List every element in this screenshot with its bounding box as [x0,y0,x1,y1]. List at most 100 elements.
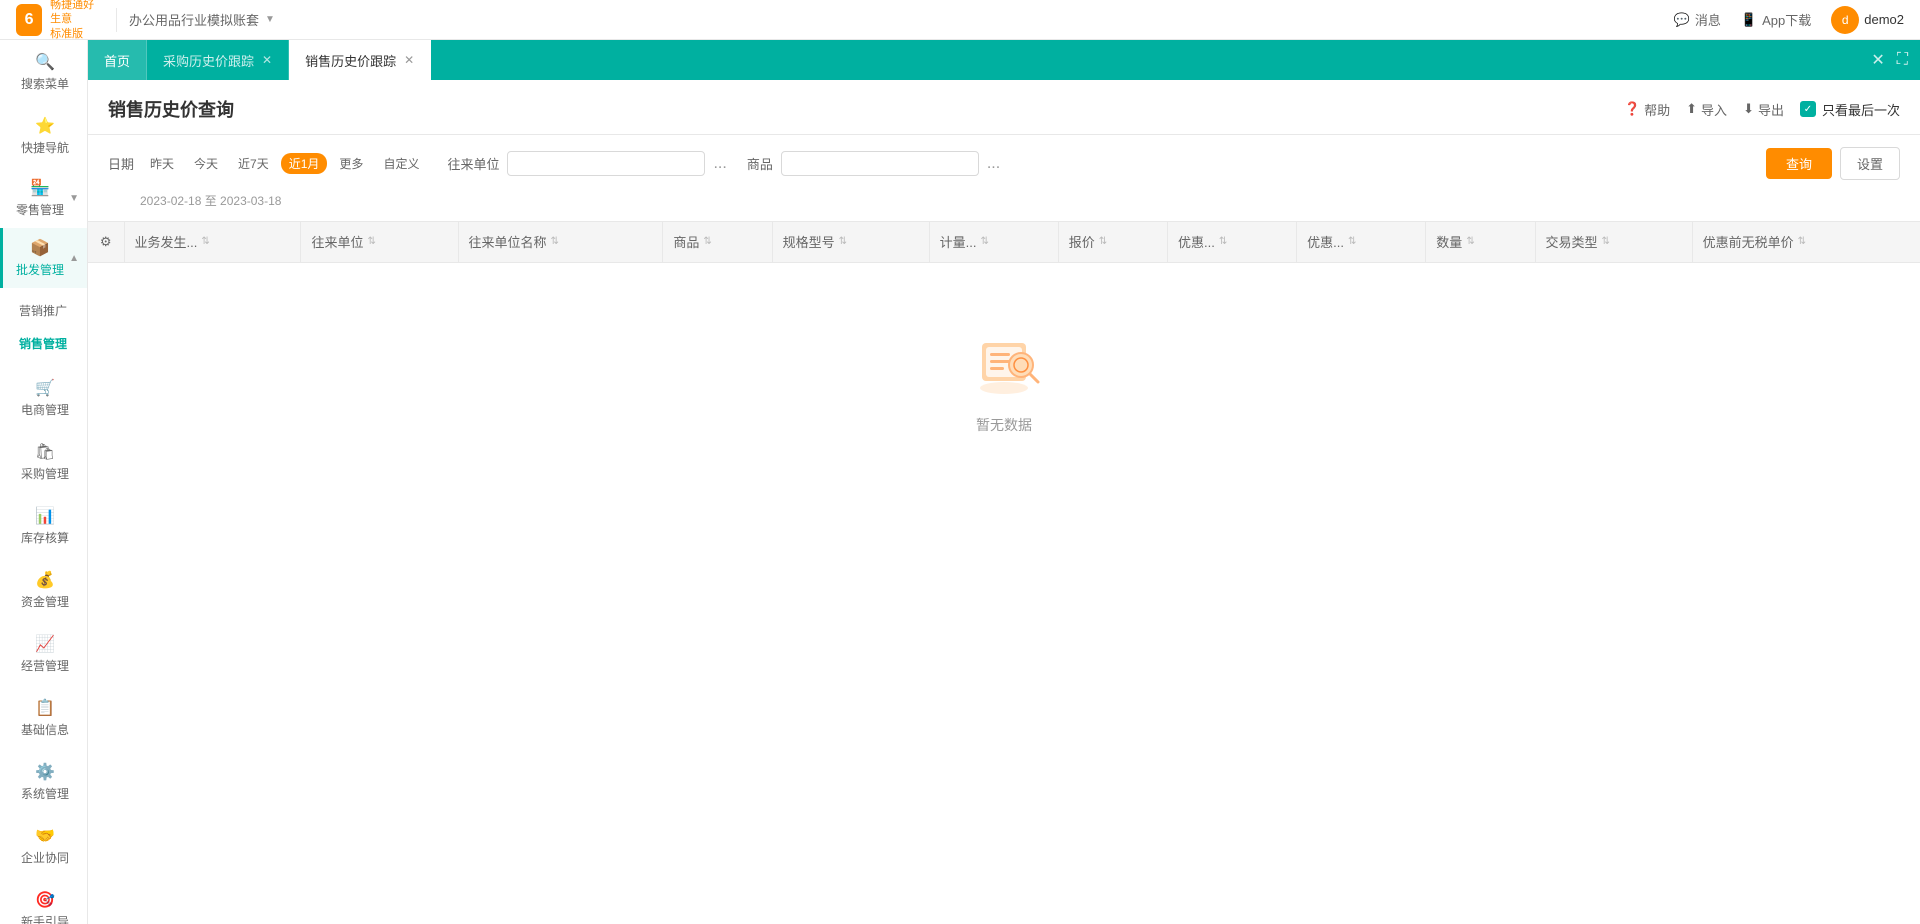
retail-arrow-icon: ▼ [69,193,79,204]
tab-sales-label: 销售历史价跟踪 [305,51,396,70]
table-header-row: ⚙ 业务发生... ⇅ 往来单位 [88,222,1920,262]
col-partner-code[interactable]: 往来单位 ⇅ [301,222,458,262]
sidebar-item-inventory[interactable]: 📊 库存核算 [0,494,87,558]
wholesale-submenu: 营销推广 销售管理 [0,288,87,366]
sort-icon-discount1: ⇅ [1219,236,1227,247]
sort-icon-partner-name: ⇅ [551,236,559,247]
only-last-toggle[interactable]: ✓ 只看最后一次 [1800,100,1900,119]
wholesale-arrow-icon: ▲ [69,253,79,264]
col-settings[interactable]: ⚙ [88,222,124,262]
partner-filter-group: 往来单位 ... [447,151,726,176]
date-buttons: 昨天 今天 近7天 近1月 更多 自定义 [142,153,427,174]
sidebar-label-guide: 新手引导 [21,913,69,924]
date-btn-today[interactable]: 今天 [186,153,226,174]
top-divider [116,8,117,32]
sidebar-item-finance[interactable]: 💰 资金管理 [0,558,87,622]
top-bar: 6 畅捷通好生意 标准版 办公用品行业模拟账套 ▼ 💬 消息 📱 App下载 d… [0,0,1920,40]
empty-text: 暂无数据 [976,415,1032,435]
date-btn-more[interactable]: 更多 [331,153,371,174]
tab-purchase-close-icon[interactable]: ✕ [262,53,272,67]
workspace-arrow-icon: ▼ [265,14,275,25]
sort-icon-trade-type: ⇅ [1602,236,1610,247]
tab-purchase-history[interactable]: 采购历史价跟踪 ✕ [147,40,289,80]
col-biz-date[interactable]: 业务发生... ⇅ [124,222,301,262]
date-range-text: 2023-02-18 至 2023-03-18 [140,194,281,208]
import-button[interactable]: ⬆ 导入 [1686,100,1727,119]
sidebar-item-retail[interactable]: 🏪 零售管理 ▼ [0,168,87,228]
col-qty[interactable]: 数量 ⇅ [1426,222,1535,262]
tab-sales-history[interactable]: 销售历史价跟踪 ✕ [289,40,431,80]
app-download-button[interactable]: 📱 App下载 [1741,10,1811,29]
purchase-icon: 🛍 [35,442,55,462]
export-button[interactable]: ⬇ 导出 [1743,100,1784,119]
sidebar-subitem-sales[interactable]: 销售管理 [3,327,87,360]
wholesale-icon: 📦 [30,238,50,258]
goods-dots-icon[interactable]: ... [987,155,1000,173]
settings-icon: ⚙ [100,234,112,249]
filter-row: 日期 昨天 今天 近7天 近1月 更多 自定义 往来单位 [108,147,1900,180]
goods-input[interactable] [781,151,979,176]
sidebar-item-operation[interactable]: 📈 经营管理 [0,622,87,686]
sidebar-item-shortcut[interactable]: ⭐ 快捷导航 [0,104,87,168]
page-header: 销售历史价查询 ❓ 帮助 ⬆ 导入 ⬇ 导出 ✓ [88,80,1920,135]
col-unit[interactable]: 计量... ⇅ [929,222,1058,262]
retail-icon: 🏪 [30,178,50,198]
sidebar-label-wholesale: 批发管理 [16,261,64,278]
sidebar-label-purchase: 采购管理 [21,465,69,482]
col-discount1[interactable]: 优惠... ⇅ [1168,222,1297,262]
sidebar-label-inventory: 库存核算 [21,529,69,546]
logo-area: 6 畅捷通好生意 标准版 [16,0,104,41]
col-partner-name[interactable]: 往来单位名称 ⇅ [458,222,663,262]
date-btn-last1month[interactable]: 近1月 [281,153,328,174]
tab-fullscreen-icon[interactable]: ⛶ [1893,47,1912,73]
basic-icon: 📋 [35,698,55,718]
tab-purchase-label: 采购历史价跟踪 [163,51,254,70]
tab-right-buttons: ✕ ⛶ [1867,46,1920,74]
sidebar-label-shortcut: 快捷导航 [21,139,69,156]
sidebar-label-basic: 基础信息 [21,721,69,738]
sidebar-item-purchase[interactable]: 🛍 采购管理 [0,430,87,494]
date-btn-yesterday[interactable]: 昨天 [142,153,182,174]
col-goods[interactable]: 商品 ⇅ [663,222,772,262]
tab-sales-close-icon[interactable]: ✕ [404,53,414,67]
message-button[interactable]: 💬 消息 [1674,10,1721,29]
col-spec[interactable]: 规格型号 ⇅ [772,222,929,262]
main-layout: 🔍 搜索菜单 ⭐ 快捷导航 🏪 零售管理 ▼ 📦 批发管理 ▲ 营销推广 销售管… [0,40,1920,924]
goods-filter-group: 商品 ... [747,151,1000,176]
tab-close-all-icon[interactable]: ✕ [1867,46,1888,74]
guide-icon: 🎯 [35,890,55,910]
user-area[interactable]: d demo2 [1831,6,1904,34]
partner-dots-icon[interactable]: ... [713,155,726,173]
date-btn-custom[interactable]: 自定义 [375,153,427,174]
workspace-selector[interactable]: 办公用品行业模拟账套 ▼ [129,10,275,29]
tab-home-label: 首页 [104,51,130,70]
sort-icon-quote: ⇅ [1099,236,1107,247]
setting-button[interactable]: 设置 [1840,147,1900,180]
col-trade-type[interactable]: 交易类型 ⇅ [1535,222,1692,262]
ecommerce-icon: 🛒 [35,378,55,398]
help-button[interactable]: ❓ 帮助 [1624,100,1670,119]
date-btn-last7days[interactable]: 近7天 [230,153,277,174]
col-quote[interactable]: 报价 ⇅ [1058,222,1167,262]
sidebar-item-system[interactable]: ⚙️ 系统管理 [0,750,87,814]
inventory-icon: 📊 [35,506,55,526]
col-pre-tax-price[interactable]: 优惠前无税单价 ⇅ [1692,222,1920,262]
partner-input[interactable] [507,151,705,176]
date-range-display: 2023-02-18 至 2023-03-18 [136,192,281,209]
col-discount2[interactable]: 优惠... ⇅ [1297,222,1426,262]
sidebar-item-guide[interactable]: 🎯 新手引导 [0,878,87,924]
sort-icon-biz-date: ⇅ [201,236,209,247]
sidebar-subitem-marketing[interactable]: 营销推广 [3,294,87,327]
tab-home[interactable]: 首页 [88,40,147,80]
sidebar-item-search[interactable]: 🔍 搜索菜单 [0,40,87,104]
sort-icon-partner: ⇅ [367,236,375,247]
sidebar: 🔍 搜索菜单 ⭐ 快捷导航 🏪 零售管理 ▼ 📦 批发管理 ▲ 营销推广 销售管… [0,40,88,924]
sidebar-item-enterprise[interactable]: 🤝 企业协同 [0,814,87,878]
username: demo2 [1864,12,1904,27]
sidebar-item-basic[interactable]: 📋 基础信息 [0,686,87,750]
operation-icon: 📈 [35,634,55,654]
sidebar-item-ecommerce[interactable]: 🛒 电商管理 [0,366,87,430]
query-button[interactable]: 查询 [1766,148,1832,179]
sidebar-label-enterprise: 企业协同 [21,849,69,866]
sidebar-item-wholesale[interactable]: 📦 批发管理 ▲ [0,228,87,288]
